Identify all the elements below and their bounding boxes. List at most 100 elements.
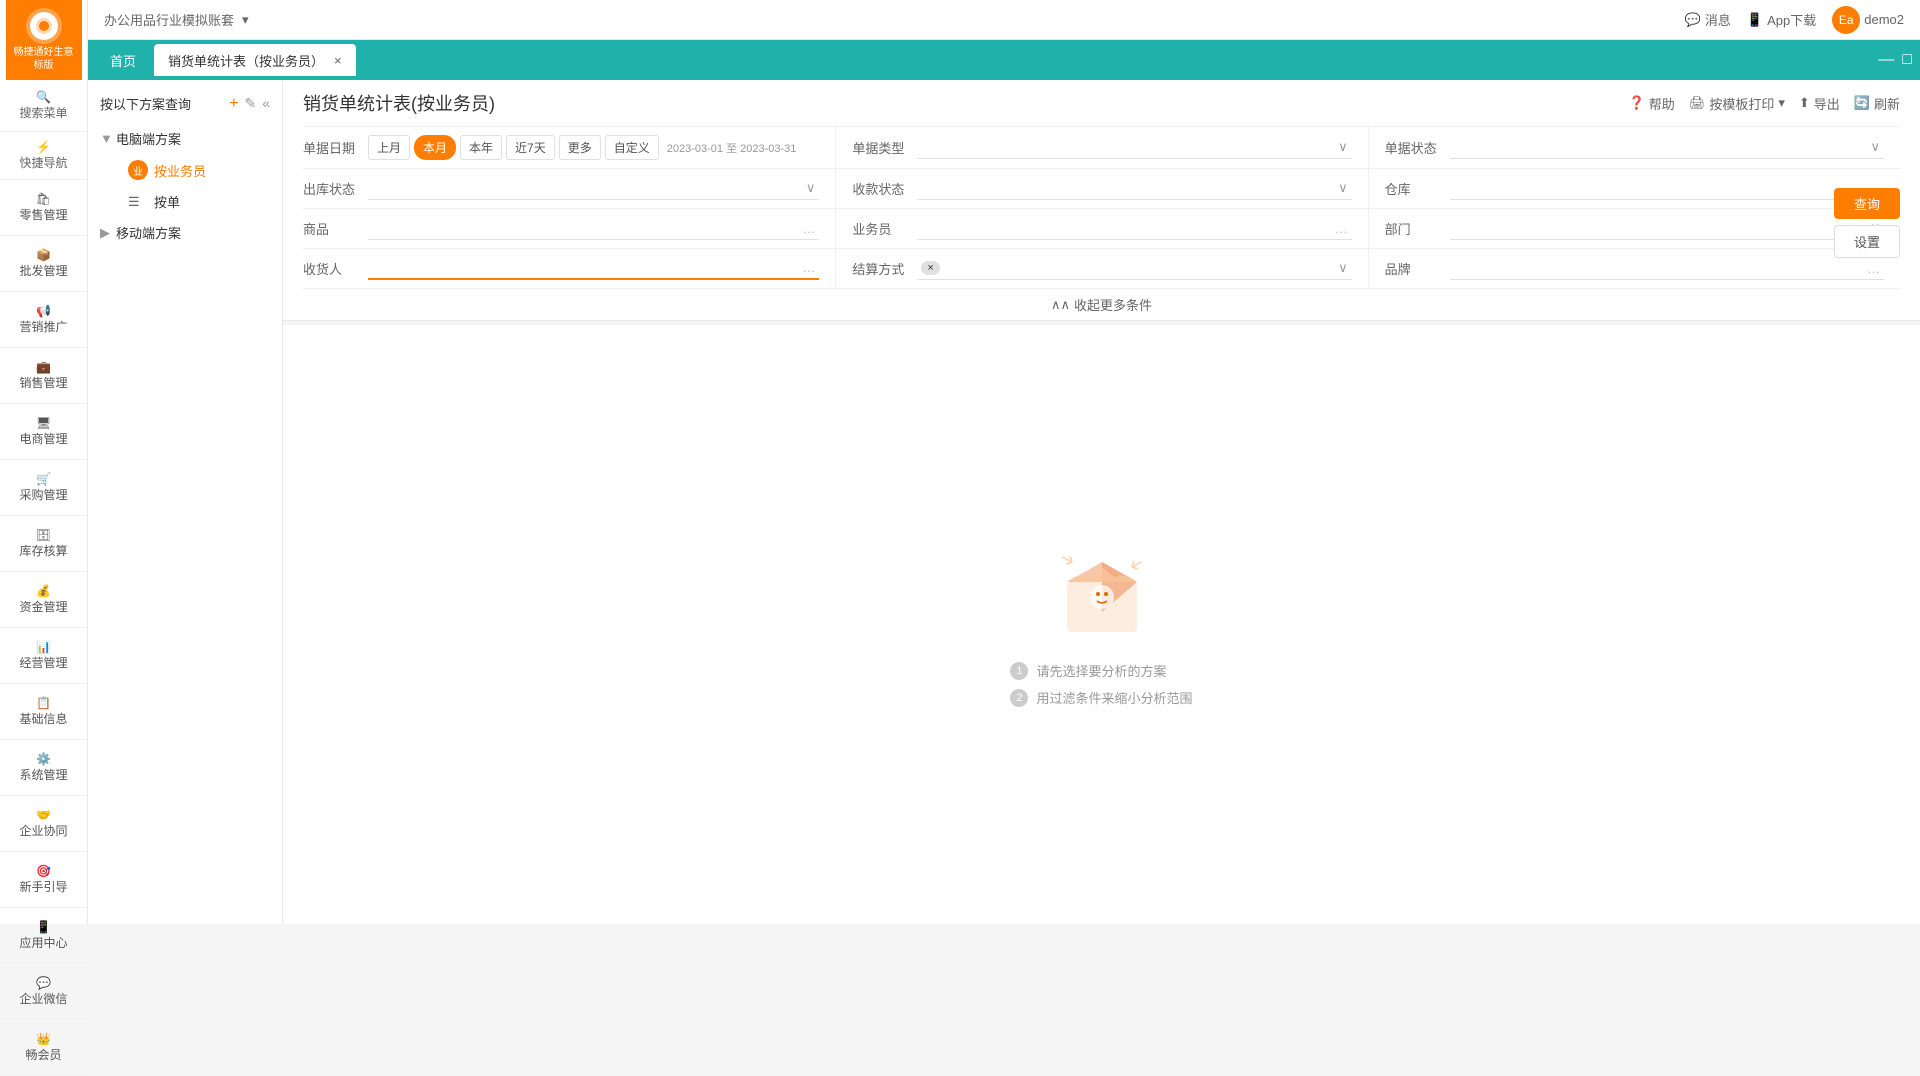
sidebar-item-sales[interactable]: 💼 销售管理 xyxy=(0,348,87,404)
sidebar-quicknav[interactable]: ⚡ 快捷导航 xyxy=(0,132,87,180)
tab-close-btn[interactable]: × xyxy=(334,53,342,68)
sidebar-item-wholesale[interactable]: 📦 批发管理 xyxy=(0,236,87,292)
collect-status-select[interactable]: ∨ xyxy=(917,177,1351,200)
print-label: 按模板打印 xyxy=(1709,94,1774,113)
sidebar-item-ecommerce[interactable]: 🖥 电商管理 xyxy=(0,404,87,460)
brand-subtitle: 标版 xyxy=(34,59,54,72)
salesperson-input[interactable]: … xyxy=(917,218,1351,240)
tree-group-mobile[interactable]: ▶ 移动端方案 xyxy=(88,217,282,248)
collapse-btn[interactable]: ∧∧ 收起更多条件 xyxy=(303,289,1900,320)
date-btn-7days[interactable]: 近7天 xyxy=(506,135,555,160)
goods-dots[interactable]: … xyxy=(802,221,815,236)
salesperson-dots[interactable]: … xyxy=(1335,221,1348,236)
goods-input[interactable]: … xyxy=(368,218,819,240)
dept-select[interactable]: ∨ xyxy=(1450,217,1884,240)
sidebar-item-purchase[interactable]: 🛒 采购管理 xyxy=(0,460,87,516)
date-btn-thismonth[interactable]: 本月 xyxy=(414,135,456,160)
marketing-icon: 📢 xyxy=(0,304,87,318)
finance-icon: 💰 xyxy=(0,584,87,598)
collect-status-arrow: ∨ xyxy=(1338,180,1348,196)
tab-sales-report[interactable]: 销货单统计表（按业务员） × xyxy=(154,44,356,76)
sidebar-item-newbie[interactable]: 🎯 新手引导 xyxy=(0,852,87,908)
tabs-right: — □ xyxy=(1878,51,1912,69)
sidebar-item-member[interactable]: 👑 畅会员 xyxy=(0,1020,87,1076)
tree-item-order[interactable]: ☰ 按单 xyxy=(88,186,282,217)
sidebar-item-retail[interactable]: 🛍 零售管理 xyxy=(0,180,87,236)
wholesale-icon: 📦 xyxy=(0,248,87,262)
filter-row-4: 收货人 … 结算方式 × ∨ xyxy=(303,249,1900,289)
date-btn-more[interactable]: 更多 xyxy=(559,135,601,160)
tree-item-salesperson[interactable]: 业 按业务员 xyxy=(88,154,282,186)
consignee-input[interactable]: … xyxy=(368,257,819,280)
print-btn[interactable]: 🖨 按模板打印 ▾ xyxy=(1689,94,1785,113)
message-btn[interactable]: 💬 消息 xyxy=(1685,10,1731,29)
sidebar-logo[interactable]: 畅捷通好生意 标版 xyxy=(6,0,82,80)
bill-type-select[interactable]: ∨ xyxy=(917,136,1351,159)
goods-label: 商品 xyxy=(303,219,368,238)
basic-icon: 📋 xyxy=(0,696,87,710)
date-range: 2023-03-01 至 2023-03-31 xyxy=(667,140,797,156)
bill-status-select[interactable]: ∨ xyxy=(1450,136,1884,159)
user-info[interactable]: Ea demo2 xyxy=(1832,6,1904,34)
sidebar-item-marketing[interactable]: 📢 营销推广 xyxy=(0,292,87,348)
dropdown-arrow-icon[interactable]: ▾ xyxy=(242,12,249,28)
sidebar-item-appcenter[interactable]: 📱 应用中心 xyxy=(0,908,87,964)
consignee-dots[interactable]: … xyxy=(802,260,815,275)
sidebar-item-collab[interactable]: 🤝 企业协同 xyxy=(0,796,87,852)
maximize-btn[interactable]: □ xyxy=(1902,51,1912,69)
download-btn[interactable]: 📱 App下载 xyxy=(1747,10,1816,29)
sidebar-item-basic[interactable]: 📋 基础信息 xyxy=(0,684,87,740)
date-btn-lastmonth[interactable]: 上月 xyxy=(368,135,410,160)
collapse-panel-btn[interactable]: « xyxy=(262,95,270,113)
tree-group-mobile-label: 移动端方案 xyxy=(116,223,181,242)
date-options: 上月 本月 本年 近7天 更多 自定义 xyxy=(368,135,659,160)
system-icon: ⚙️ xyxy=(0,752,87,766)
stock-status-select[interactable]: ∨ xyxy=(368,177,819,200)
main-area: 办公用品行业模拟账套 ▾ 💬 消息 📱 App下载 Ea demo2 首页 xyxy=(88,0,1920,924)
date-btn-thisyear[interactable]: 本年 xyxy=(460,135,502,160)
date-cell: 单据日期 上月 本月 本年 近7天 更多 自定义 2023-03-01 至 20… xyxy=(303,127,835,169)
settlement-tag[interactable]: × xyxy=(921,261,939,275)
page-action-group: ❓ 帮助 🖨 按模板打印 ▾ ⬆ 导出 🔄 xyxy=(1629,94,1900,113)
dept-cell: 部门 ∨ xyxy=(1368,209,1900,249)
sidebar-item-inventory[interactable]: 🗄 库存核算 xyxy=(0,516,87,572)
export-btn[interactable]: ⬆ 导出 xyxy=(1799,94,1840,113)
tree-arrow-pc: ▼ xyxy=(100,131,114,146)
sidebar-item-operations[interactable]: 📊 经营管理 xyxy=(0,628,87,684)
help-label: 帮助 xyxy=(1649,94,1675,113)
minimize-btn[interactable]: — xyxy=(1878,51,1894,69)
tab-home[interactable]: 首页 xyxy=(96,44,150,76)
settings-button[interactable]: 设置 xyxy=(1834,225,1900,258)
date-btn-custom[interactable]: 自定义 xyxy=(605,135,659,160)
sidebar-search[interactable]: 🔍 搜索菜单 xyxy=(0,80,87,132)
tree-group-pc[interactable]: ▼ 电脑端方案 xyxy=(88,123,282,154)
collapse-label: 收起更多条件 xyxy=(1074,295,1152,314)
hint-num-2: 2 xyxy=(1010,689,1028,707)
top-header: 办公用品行业模拟账套 ▾ 💬 消息 📱 App下载 Ea demo2 xyxy=(88,0,1920,40)
warehouse-input[interactable]: … xyxy=(1450,178,1884,200)
settlement-select[interactable]: × ∨ xyxy=(917,257,1351,280)
brand-dots[interactable]: … xyxy=(1867,261,1880,276)
edit-plan-btn[interactable]: ✎ xyxy=(244,95,256,113)
sidebar-item-system[interactable]: ⚙️ 系统管理 xyxy=(0,740,87,796)
left-panel-actions: + ✎ « xyxy=(229,95,270,113)
filter-area: 单据日期 上月 本月 本年 近7天 更多 自定义 2023-03-01 至 20… xyxy=(303,126,1900,320)
warehouse-label: 仓库 xyxy=(1385,179,1450,198)
nav-icon: ⚡ xyxy=(0,140,87,154)
empty-illustration xyxy=(1042,542,1162,645)
add-plan-btn[interactable]: + xyxy=(229,95,238,113)
sidebar-item-finance[interactable]: 💰 资金管理 xyxy=(0,572,87,628)
salesperson-plan-icon: 业 xyxy=(128,160,148,180)
refresh-btn[interactable]: 🔄 刷新 xyxy=(1854,94,1900,113)
brand-input[interactable]: … xyxy=(1450,258,1884,280)
bill-type-label: 单据类型 xyxy=(852,138,917,157)
print-dropdown-icon: ▾ xyxy=(1778,95,1785,111)
export-icon: ⬆ xyxy=(1799,95,1810,111)
dept-label: 部门 xyxy=(1385,219,1450,238)
content-area: 按以下方案查询 + ✎ « ▼ 电脑端方案 业 按业务员 xyxy=(88,80,1920,924)
logo-icon xyxy=(34,16,54,36)
help-btn[interactable]: ❓ 帮助 xyxy=(1629,94,1675,113)
settlement-x[interactable]: × xyxy=(927,262,933,274)
sidebar-item-wechat[interactable]: 💬 企业微信 xyxy=(0,964,87,1020)
query-button[interactable]: 查询 xyxy=(1834,188,1900,219)
